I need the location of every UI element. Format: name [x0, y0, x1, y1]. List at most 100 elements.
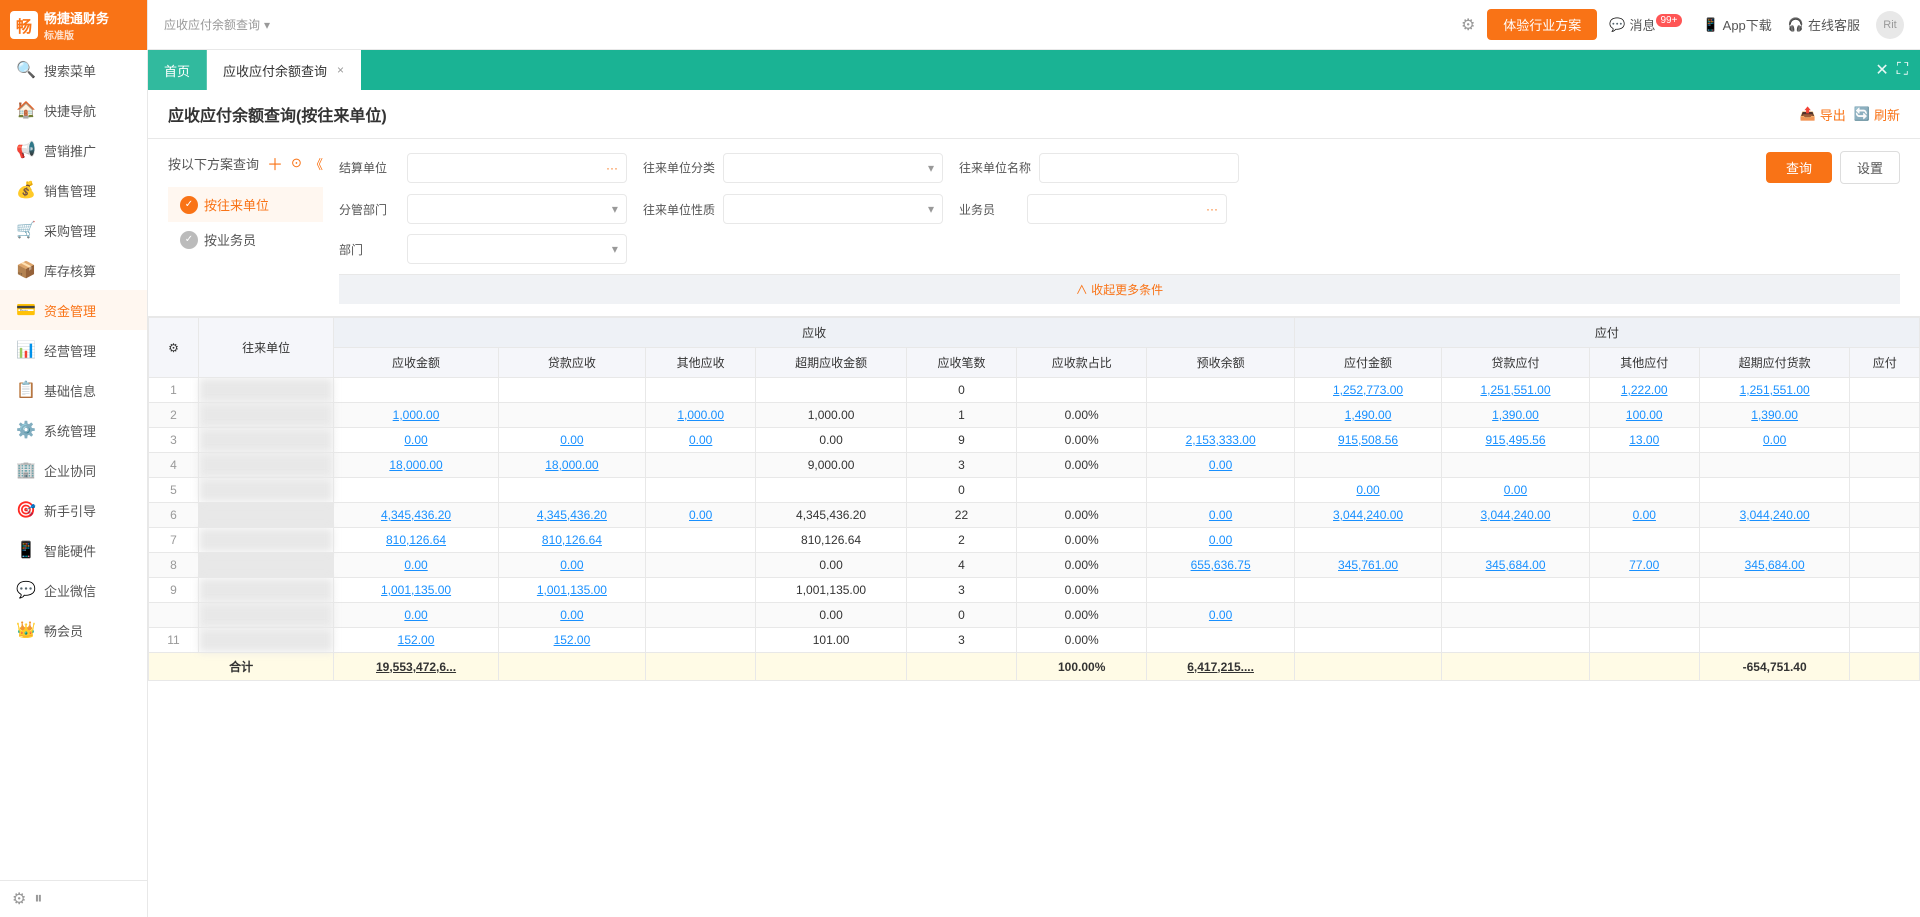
sidebar-item-销售管理[interactable]: 💰 销售管理	[0, 170, 147, 210]
tab-首页[interactable]: 首页	[148, 50, 207, 90]
row-ar-other[interactable]	[646, 378, 756, 403]
row-ap-overdue[interactable]	[1699, 578, 1850, 603]
row-ar-other[interactable]	[646, 553, 756, 578]
row-ap-amount[interactable]: 1,252,773.00	[1294, 378, 1441, 403]
row-ap-amount[interactable]	[1294, 603, 1441, 628]
row-ap-loan[interactable]: 1,390.00	[1442, 403, 1589, 428]
row-ap-overdue[interactable]	[1699, 628, 1850, 653]
row-ap-amount[interactable]: 0.00	[1294, 478, 1441, 503]
row-ap-amount[interactable]	[1294, 578, 1441, 603]
row-ar-amount[interactable]: 0.00	[334, 428, 498, 453]
sidebar-item-采购管理[interactable]: 🛒 采购管理	[0, 210, 147, 250]
row-ap-amount[interactable]	[1294, 453, 1441, 478]
row-ar-other[interactable]	[646, 453, 756, 478]
scheme-item-按往来单位[interactable]: ✓ 按往来单位	[168, 187, 323, 222]
row-ap-overdue[interactable]	[1699, 478, 1850, 503]
row-ar-prepaid[interactable]: 0.00	[1147, 503, 1294, 528]
row-ar-other[interactable]	[646, 528, 756, 553]
row-ar-loan[interactable]: 810,126.64	[498, 528, 645, 553]
row-ar-other[interactable]: 0.00	[646, 503, 756, 528]
row-ap-other[interactable]: 0.00	[1589, 503, 1699, 528]
row-ap-overdue[interactable]: 0.00	[1699, 428, 1850, 453]
collapse-more-btn[interactable]: ∧ 收起更多条件	[339, 274, 1900, 304]
row-ap-amount[interactable]: 1,490.00	[1294, 403, 1441, 428]
row-ap-other[interactable]: 100.00	[1589, 403, 1699, 428]
row-ar-amount[interactable]: 810,126.64	[334, 528, 498, 553]
row-ap-amount[interactable]	[1294, 628, 1441, 653]
row-ar-prepaid[interactable]	[1147, 578, 1294, 603]
row-ar-prepaid[interactable]: 0.00	[1147, 528, 1294, 553]
row-ap-loan[interactable]	[1442, 578, 1589, 603]
sidebar-item-畅会员[interactable]: 👑 畅会员	[0, 610, 147, 650]
total-ar-prepaid[interactable]: 6,417,215....	[1147, 653, 1294, 681]
row-ar-loan[interactable]: 0.00	[498, 603, 645, 628]
row-ar-loan[interactable]: 0.00	[498, 553, 645, 578]
row-ap-loan[interactable]	[1442, 453, 1589, 478]
filter-select-department[interactable]: ▾	[407, 234, 627, 264]
row-ar-amount[interactable]: 4,345,436.20	[334, 503, 498, 528]
user-avatar[interactable]: Rit	[1876, 11, 1904, 39]
online-service-item[interactable]: 🎧 在线客服	[1788, 15, 1860, 34]
row-ar-other[interactable]	[646, 628, 756, 653]
settings-button[interactable]: 设置	[1840, 151, 1900, 184]
row-ar-prepaid[interactable]	[1147, 628, 1294, 653]
row-ar-loan[interactable]	[498, 478, 645, 503]
breadcrumb-dropdown-icon[interactable]: ▾	[264, 18, 270, 32]
row-ar-loan[interactable]: 0.00	[498, 428, 645, 453]
row-ap-loan[interactable]	[1442, 528, 1589, 553]
row-ap-overdue[interactable]: 1,390.00	[1699, 403, 1850, 428]
row-ar-amount[interactable]: 0.00	[334, 603, 498, 628]
filter-collapse-btn[interactable]: 《	[310, 154, 323, 173]
th-settings[interactable]: ⚙	[149, 318, 199, 378]
row-ap-other[interactable]	[1589, 628, 1699, 653]
row-ar-other[interactable]	[646, 478, 756, 503]
row-ap-amount[interactable]	[1294, 528, 1441, 553]
tab-fullscreen-icon[interactable]: ⛶	[1897, 61, 1908, 79]
row-ap-other[interactable]	[1589, 453, 1699, 478]
row-ar-prepaid[interactable]	[1147, 403, 1294, 428]
filter-settings-btn[interactable]: ⊙	[291, 155, 302, 171]
query-button[interactable]: 查询	[1766, 152, 1832, 183]
row-ap-loan[interactable]: 915,495.56	[1442, 428, 1589, 453]
row-ap-loan[interactable]: 1,251,551.00	[1442, 378, 1589, 403]
row-ar-amount[interactable]: 1,000.00	[334, 403, 498, 428]
row-ap-amount[interactable]: 3,044,240.00	[1294, 503, 1441, 528]
row-ap-overdue[interactable]	[1699, 603, 1850, 628]
filter-select-name[interactable]	[1039, 153, 1239, 183]
row-ap-amount[interactable]: 345,761.00	[1294, 553, 1441, 578]
tab-close-btn[interactable]: ×	[337, 63, 344, 77]
tab-应收应付余额查询[interactable]: 应收应付余额查询×	[207, 50, 361, 90]
row-ar-amount[interactable]: 18,000.00	[334, 453, 498, 478]
row-ar-prepaid[interactable]	[1147, 378, 1294, 403]
row-ar-prepaid[interactable]	[1147, 478, 1294, 503]
row-ap-loan[interactable]: 3,044,240.00	[1442, 503, 1589, 528]
export-button[interactable]: 📤 导出	[1800, 105, 1846, 124]
row-ar-loan[interactable]: 152.00	[498, 628, 645, 653]
row-ar-loan[interactable]	[498, 378, 645, 403]
row-ap-overdue[interactable]: 345,684.00	[1699, 553, 1850, 578]
row-ap-loan[interactable]	[1442, 603, 1589, 628]
sidebar-item-经营管理[interactable]: 📊 经营管理	[0, 330, 147, 370]
row-ar-other[interactable]	[646, 603, 756, 628]
row-ap-other[interactable]	[1589, 578, 1699, 603]
row-ar-prepaid[interactable]: 0.00	[1147, 603, 1294, 628]
refresh-button[interactable]: 🔄 刷新	[1854, 105, 1900, 124]
sidebar-item-基础信息[interactable]: 📋 基础信息	[0, 370, 147, 410]
row-ar-other[interactable]: 0.00	[646, 428, 756, 453]
row-ap-other[interactable]: 13.00	[1589, 428, 1699, 453]
sidebar-item-企业微信[interactable]: 💬 企业微信	[0, 570, 147, 610]
sidebar-item-快捷导航[interactable]: 🏠 快捷导航	[0, 90, 147, 130]
sidebar-collapse-icon[interactable]: ⏸	[34, 890, 42, 908]
row-ar-amount[interactable]	[334, 478, 498, 503]
row-ap-overdue[interactable]	[1699, 453, 1850, 478]
sidebar-item-企业协同[interactable]: 🏢 企业协同	[0, 450, 147, 490]
row-ap-overdue[interactable]: 1,251,551.00	[1699, 378, 1850, 403]
sidebar-item-资金管理[interactable]: 💳 资金管理	[0, 290, 147, 330]
row-ap-loan[interactable]	[1442, 628, 1589, 653]
app-download-item[interactable]: 📱 App下载	[1702, 15, 1771, 34]
row-ap-loan[interactable]: 345,684.00	[1442, 553, 1589, 578]
filter-select-nature[interactable]: ▾	[723, 194, 943, 224]
row-ar-loan[interactable]: 4,345,436.20	[498, 503, 645, 528]
sidebar-item-系统管理[interactable]: ⚙️ 系统管理	[0, 410, 147, 450]
row-ap-amount[interactable]: 915,508.56	[1294, 428, 1441, 453]
